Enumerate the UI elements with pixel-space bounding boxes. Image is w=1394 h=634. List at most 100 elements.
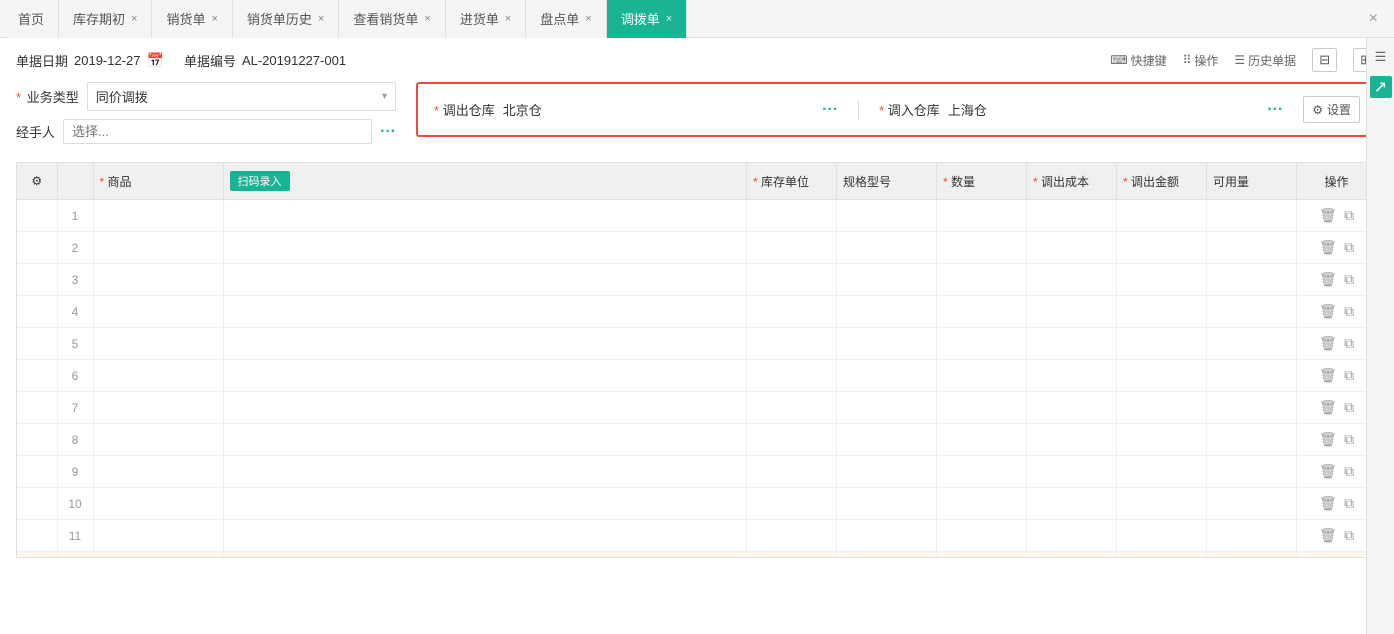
delete-icon[interactable]: 🗑 xyxy=(1319,527,1337,544)
row-available-cell[interactable] xyxy=(1207,232,1297,264)
row-qty-cell[interactable] xyxy=(937,232,1027,264)
row-available-cell[interactable] xyxy=(1207,488,1297,520)
row-cost-cell[interactable] xyxy=(1027,488,1117,520)
row-cost-cell[interactable] xyxy=(1027,520,1117,552)
row-spec-cell[interactable] xyxy=(837,328,937,360)
delete-icon[interactable]: 🗑 xyxy=(1319,303,1337,320)
row-amount-cell[interactable] xyxy=(1117,200,1207,232)
row-product-cell[interactable] xyxy=(93,328,223,360)
layout-toggle-button[interactable]: ⊟ xyxy=(1312,48,1337,72)
row-spec-cell[interactable] xyxy=(837,232,937,264)
copy-icon[interactable]: ⧉ xyxy=(1344,335,1354,352)
scan-button[interactable]: 扫码录入 xyxy=(230,171,290,191)
delete-icon[interactable]: 🗑 xyxy=(1319,239,1337,256)
row-product-cell[interactable] xyxy=(93,488,223,520)
row-amount-cell[interactable] xyxy=(1117,520,1207,552)
row-available-cell[interactable] xyxy=(1207,264,1297,296)
copy-icon[interactable]: ⧉ xyxy=(1344,367,1354,384)
row-cost-cell[interactable] xyxy=(1027,456,1117,488)
tab-stocktake[interactable]: 盘点单 × xyxy=(526,0,606,38)
row-spec-cell[interactable] xyxy=(837,456,937,488)
row-amount-cell[interactable] xyxy=(1117,296,1207,328)
sidebar-list-icon[interactable]: ☰ xyxy=(1370,46,1392,68)
row-available-cell[interactable] xyxy=(1207,424,1297,456)
copy-icon[interactable]: ⧉ xyxy=(1344,239,1354,256)
row-unit-cell[interactable] xyxy=(747,520,837,552)
row-product-cell[interactable] xyxy=(93,232,223,264)
row-unit-cell[interactable] xyxy=(747,488,837,520)
sidebar-export-icon[interactable]: ↗ xyxy=(1370,76,1392,98)
row-product-cell[interactable] xyxy=(93,360,223,392)
row-spec-cell[interactable] xyxy=(837,392,937,424)
row-product-cell[interactable] xyxy=(93,456,223,488)
tab-transfer[interactable]: 调拨单 × xyxy=(607,0,687,38)
row-cost-cell[interactable] xyxy=(1027,360,1117,392)
row-qty-cell[interactable] xyxy=(937,264,1027,296)
business-type-select[interactable]: 同价调拨 ▾ xyxy=(87,82,396,111)
row-amount-cell[interactable] xyxy=(1117,360,1207,392)
copy-icon[interactable]: ⧉ xyxy=(1344,527,1354,544)
row-cost-cell[interactable] xyxy=(1027,296,1117,328)
tab-sales-history-close[interactable]: × xyxy=(318,13,324,25)
in-warehouse-more-button[interactable]: ··· xyxy=(1267,101,1283,119)
delete-icon[interactable]: 🗑 xyxy=(1319,367,1337,384)
row-unit-cell[interactable] xyxy=(747,328,837,360)
copy-icon[interactable]: ⧉ xyxy=(1344,207,1354,224)
row-amount-cell[interactable] xyxy=(1117,488,1207,520)
row-spec-cell[interactable] xyxy=(837,296,937,328)
row-amount-cell[interactable] xyxy=(1117,456,1207,488)
row-qty-cell[interactable] xyxy=(937,328,1027,360)
tab-sales-history[interactable]: 销货单历史 × xyxy=(233,0,339,38)
row-available-cell[interactable] xyxy=(1207,296,1297,328)
tab-home[interactable]: 首页 xyxy=(8,0,59,38)
row-spec-cell[interactable] xyxy=(837,360,937,392)
calendar-icon[interactable]: 📅 xyxy=(147,52,164,69)
row-qty-cell[interactable] xyxy=(937,360,1027,392)
row-qty-cell[interactable] xyxy=(937,296,1027,328)
row-available-cell[interactable] xyxy=(1207,360,1297,392)
row-unit-cell[interactable] xyxy=(747,264,837,296)
out-warehouse-more-button[interactable]: ··· xyxy=(822,101,838,119)
row-cost-cell[interactable] xyxy=(1027,200,1117,232)
row-spec-cell[interactable] xyxy=(837,488,937,520)
row-product-cell[interactable] xyxy=(93,392,223,424)
row-available-cell[interactable] xyxy=(1207,456,1297,488)
row-spec-cell[interactable] xyxy=(837,520,937,552)
delete-icon[interactable]: 🗑 xyxy=(1319,399,1337,416)
row-available-cell[interactable] xyxy=(1207,200,1297,232)
row-cost-cell[interactable] xyxy=(1027,232,1117,264)
row-spec-cell[interactable] xyxy=(837,200,937,232)
row-cost-cell[interactable] xyxy=(1027,264,1117,296)
row-cost-cell[interactable] xyxy=(1027,424,1117,456)
tab-sales-order[interactable]: 销货单 × xyxy=(152,0,232,38)
close-all-button[interactable]: × xyxy=(1361,10,1386,28)
row-unit-cell[interactable] xyxy=(747,232,837,264)
table-scroll-area[interactable]: ⚙ * 商品 扫码录入 * 库存单位 xyxy=(17,163,1377,557)
tab-view-sales[interactable]: 查看销货单 × xyxy=(339,0,445,38)
copy-icon[interactable]: ⧉ xyxy=(1344,303,1354,320)
tab-inventory-init-close[interactable]: × xyxy=(131,13,137,25)
shortcuts-button[interactable]: ⌨ 快捷键 xyxy=(1110,52,1166,69)
handler-more-button[interactable]: ··· xyxy=(380,123,396,141)
row-spec-cell[interactable] xyxy=(837,424,937,456)
row-cost-cell[interactable] xyxy=(1027,328,1117,360)
row-unit-cell[interactable] xyxy=(747,360,837,392)
row-qty-cell[interactable] xyxy=(937,424,1027,456)
copy-icon[interactable]: ⧉ xyxy=(1344,271,1354,288)
delete-icon[interactable]: 🗑 xyxy=(1319,463,1337,480)
history-button[interactable]: ☰ 历史单据 xyxy=(1234,52,1296,69)
delete-icon[interactable]: 🗑 xyxy=(1319,207,1337,224)
tab-inventory-init[interactable]: 库存期初 × xyxy=(59,0,152,38)
delete-icon[interactable]: 🗑 xyxy=(1319,271,1337,288)
tab-sales-order-close[interactable]: × xyxy=(211,13,217,25)
copy-icon[interactable]: ⧉ xyxy=(1344,399,1354,416)
row-unit-cell[interactable] xyxy=(747,200,837,232)
row-cost-cell[interactable] xyxy=(1027,392,1117,424)
row-qty-cell[interactable] xyxy=(937,488,1027,520)
warehouse-settings-button[interactable]: ⚙ 设置 xyxy=(1303,96,1360,123)
row-product-cell[interactable] xyxy=(93,264,223,296)
gear-icon[interactable]: ⚙ xyxy=(31,174,42,188)
row-unit-cell[interactable] xyxy=(747,392,837,424)
row-product-cell[interactable] xyxy=(93,520,223,552)
row-amount-cell[interactable] xyxy=(1117,392,1207,424)
